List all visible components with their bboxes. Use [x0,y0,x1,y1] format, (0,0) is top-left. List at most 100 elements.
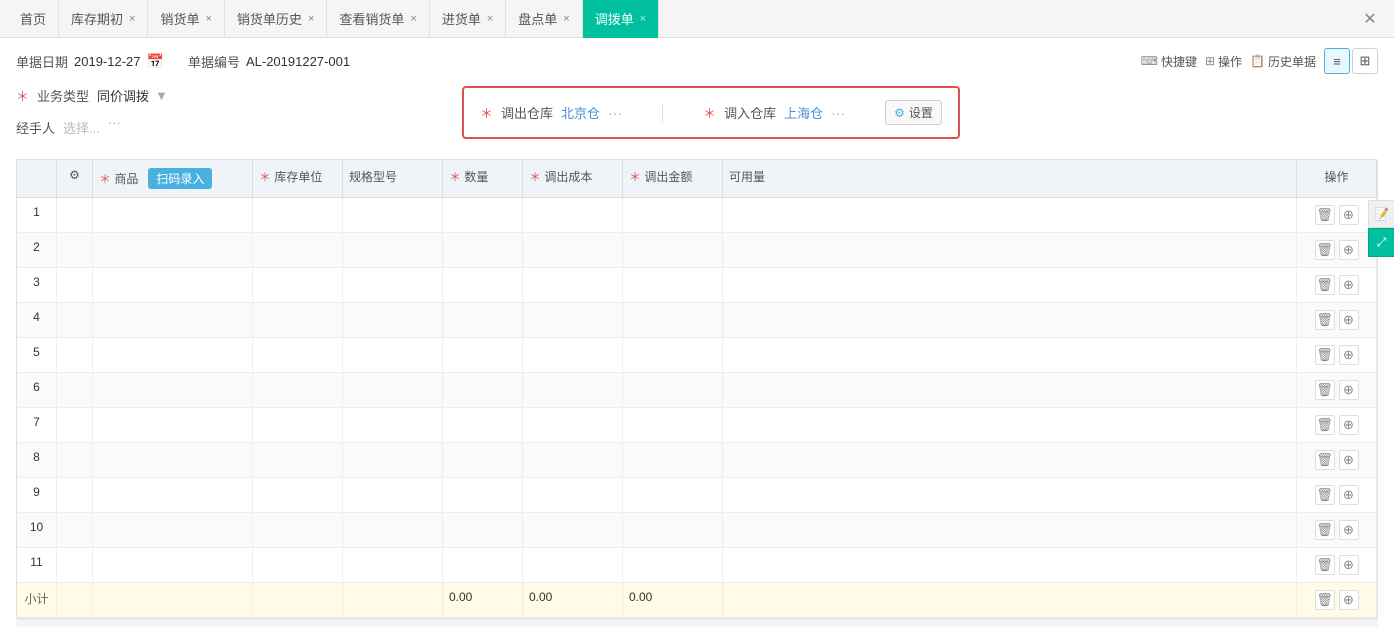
row-cost-cell[interactable] [523,373,623,407]
notes-float-button[interactable]: 📝 [1368,200,1394,228]
row-cost-cell[interactable] [523,198,623,232]
close-icon[interactable]: × [410,13,416,25]
row-cost-cell[interactable] [523,443,623,477]
shortcut-button[interactable]: ⌨ 快捷键 [1141,53,1197,70]
row-copy-icon[interactable]: ⊕ [1339,380,1359,400]
handler-more-icon[interactable]: ··· [108,115,121,130]
row-unit-cell[interactable] [253,198,343,232]
row-copy-icon[interactable]: ⊕ [1339,555,1359,575]
tab-home[interactable]: 首页 [8,0,59,38]
row-qty-cell[interactable] [443,548,523,582]
row-spec-cell[interactable] [343,338,443,372]
row-product-cell[interactable] [93,408,253,442]
row-copy-icon[interactable]: ⊕ [1339,240,1359,260]
close-icon[interactable]: × [640,13,646,25]
row-spec-cell[interactable] [343,233,443,267]
row-qty-cell[interactable] [443,478,523,512]
row-amount-cell[interactable] [623,408,723,442]
subtotal-copy-icon[interactable]: ⊕ [1339,590,1359,610]
row-qty-cell[interactable] [443,303,523,337]
row-cost-cell[interactable] [523,513,623,547]
row-unit-cell[interactable] [253,443,343,477]
row-delete-icon[interactable]: 🗑 [1315,275,1335,295]
row-product-cell[interactable] [93,198,253,232]
close-icon[interactable]: × [563,13,569,25]
row-amount-cell[interactable] [623,478,723,512]
row-delete-icon[interactable]: 🗑 [1315,415,1335,435]
row-spec-cell[interactable] [343,268,443,302]
row-unit-cell[interactable] [253,233,343,267]
tab-transfer[interactable]: 调拨单 × [583,0,659,38]
list-view-button[interactable]: ≡ [1324,48,1350,74]
row-qty-cell[interactable] [443,513,523,547]
row-product-cell[interactable] [93,478,253,512]
row-spec-cell[interactable] [343,548,443,582]
row-qty-cell[interactable] [443,373,523,407]
row-product-cell[interactable] [93,513,253,547]
settings-button[interactable]: ⚙ 设置 [885,100,942,125]
row-copy-icon[interactable]: ⊕ [1339,205,1359,225]
row-product-cell[interactable] [93,338,253,372]
tab-purchase-order[interactable]: 进货单 × [430,0,506,38]
row-copy-icon[interactable]: ⊕ [1339,310,1359,330]
row-unit-cell[interactable] [253,373,343,407]
row-product-cell[interactable] [93,548,253,582]
row-amount-cell[interactable] [623,443,723,477]
row-cost-cell[interactable] [523,303,623,337]
row-spec-cell[interactable] [343,303,443,337]
close-icon[interactable]: × [487,13,493,25]
row-unit-cell[interactable] [253,338,343,372]
row-cost-cell[interactable] [523,268,623,302]
row-qty-cell[interactable] [443,408,523,442]
row-unit-cell[interactable] [253,268,343,302]
row-unit-cell[interactable] [253,303,343,337]
row-qty-cell[interactable] [443,198,523,232]
scroll-bar[interactable] [16,619,1378,627]
row-cost-cell[interactable] [523,408,623,442]
row-amount-cell[interactable] [623,513,723,547]
row-amount-cell[interactable] [623,303,723,337]
tab-sales-history[interactable]: 销货单历史 × [225,0,327,38]
tab-inventory-init[interactable]: 库存期初 × [59,0,148,38]
operations-button[interactable]: ⊞ 操作 [1205,53,1242,70]
out-warehouse-more-icon[interactable]: ··· [608,105,622,121]
row-unit-cell[interactable] [253,513,343,547]
history-button[interactable]: 📋 历史单据 [1250,53,1316,70]
row-product-cell[interactable] [93,268,253,302]
row-copy-icon[interactable]: ⊕ [1339,520,1359,540]
subtotal-delete-icon[interactable]: 🗑 [1315,590,1335,610]
row-amount-cell[interactable] [623,338,723,372]
row-delete-icon[interactable]: 🗑 [1315,380,1335,400]
row-amount-cell[interactable] [623,548,723,582]
row-delete-icon[interactable]: 🗑 [1315,450,1335,470]
row-unit-cell[interactable] [253,478,343,512]
row-amount-cell[interactable] [623,198,723,232]
grid-view-button[interactable]: ⊞ [1352,48,1378,74]
row-amount-cell[interactable] [623,373,723,407]
row-delete-icon[interactable]: 🗑 [1315,485,1335,505]
row-amount-cell[interactable] [623,233,723,267]
row-delete-icon[interactable]: 🗑 [1315,240,1335,260]
row-copy-icon[interactable]: ⊕ [1339,415,1359,435]
row-cost-cell[interactable] [523,478,623,512]
row-spec-cell[interactable] [343,373,443,407]
col-header-settings[interactable]: ⚙ [57,160,93,197]
row-delete-icon[interactable]: 🗑 [1315,345,1335,365]
row-cost-cell[interactable] [523,338,623,372]
row-product-cell[interactable] [93,233,253,267]
tab-inventory-count[interactable]: 盘点单 × [506,0,582,38]
expand-float-button[interactable]: ⤢ [1368,228,1394,257]
row-delete-icon[interactable]: 🗑 [1315,555,1335,575]
row-copy-icon[interactable]: ⊕ [1339,485,1359,505]
row-delete-icon[interactable]: 🗑 [1315,520,1335,540]
row-copy-icon[interactable]: ⊕ [1339,345,1359,365]
close-icon[interactable]: × [308,13,314,25]
row-spec-cell[interactable] [343,408,443,442]
row-spec-cell[interactable] [343,198,443,232]
handler-input[interactable]: 选择... [63,118,100,137]
business-type-select[interactable]: 同价调拨 ▼ [97,86,168,105]
row-delete-icon[interactable]: 🗑 [1315,205,1335,225]
close-icon[interactable]: × [205,13,211,25]
row-product-cell[interactable] [93,443,253,477]
row-unit-cell[interactable] [253,408,343,442]
